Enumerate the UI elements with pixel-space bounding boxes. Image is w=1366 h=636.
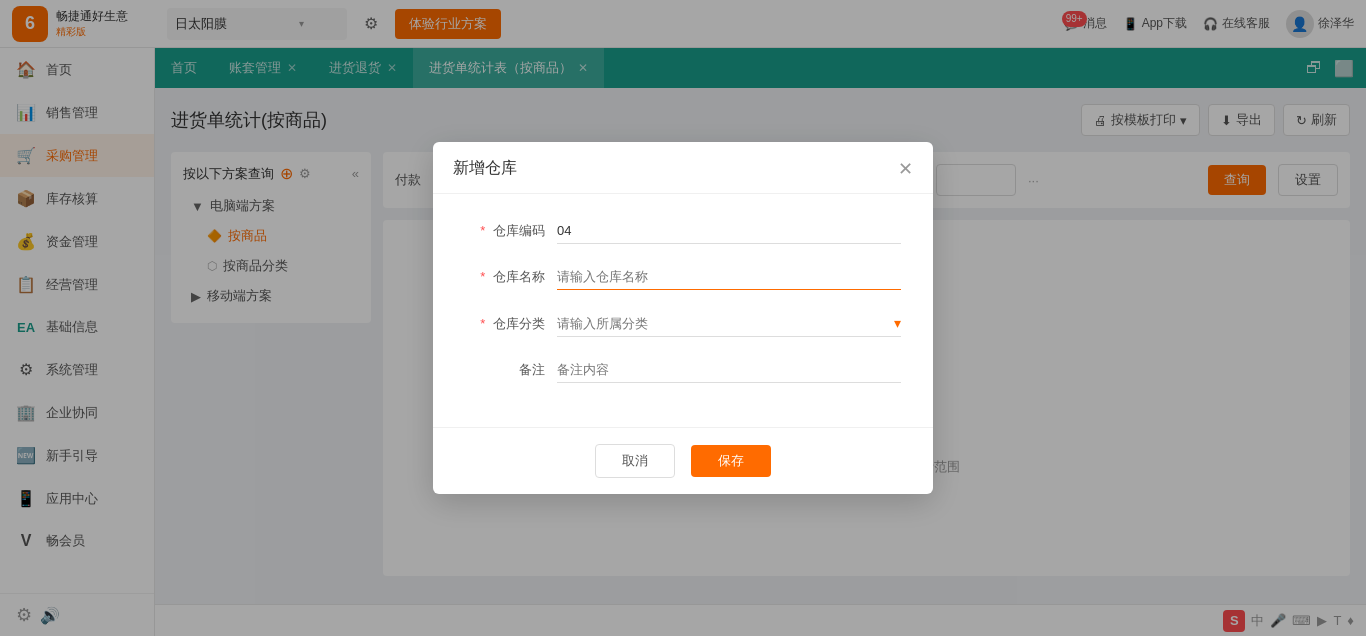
- cancel-button[interactable]: 取消: [595, 444, 675, 478]
- modal-footer: 取消 保存: [433, 427, 933, 494]
- category-label: * 仓库分类: [465, 315, 545, 333]
- required-star-name: *: [480, 269, 485, 284]
- remark-label: 备注: [465, 361, 545, 379]
- code-label: * 仓库编码: [465, 222, 545, 240]
- modal-close-button[interactable]: ✕: [898, 160, 913, 178]
- required-star-category: *: [480, 316, 485, 331]
- warehouse-code-input[interactable]: [557, 218, 901, 244]
- modal-header: 新增仓库 ✕: [433, 142, 933, 194]
- name-label: * 仓库名称: [465, 268, 545, 286]
- required-star-code: *: [480, 223, 485, 238]
- modal-body: * 仓库编码 * 仓库名称 * 仓库分类: [433, 194, 933, 427]
- form-row-name: * 仓库名称: [465, 264, 901, 290]
- modal-overlay[interactable]: 新增仓库 ✕ * 仓库编码 * 仓库名称: [0, 0, 1366, 636]
- modal-title: 新增仓库: [453, 158, 517, 179]
- remark-input[interactable]: [557, 357, 901, 383]
- save-button[interactable]: 保存: [691, 445, 771, 477]
- add-warehouse-modal: 新增仓库 ✕ * 仓库编码 * 仓库名称: [433, 142, 933, 494]
- form-row-category: * 仓库分类 ▾: [465, 310, 901, 337]
- category-select-wrap: ▾: [557, 310, 901, 337]
- form-row-remark: 备注: [465, 357, 901, 383]
- category-dropdown-icon[interactable]: ▾: [894, 315, 901, 331]
- form-row-code: * 仓库编码: [465, 218, 901, 244]
- warehouse-name-input[interactable]: [557, 264, 901, 290]
- category-input[interactable]: [557, 316, 894, 331]
